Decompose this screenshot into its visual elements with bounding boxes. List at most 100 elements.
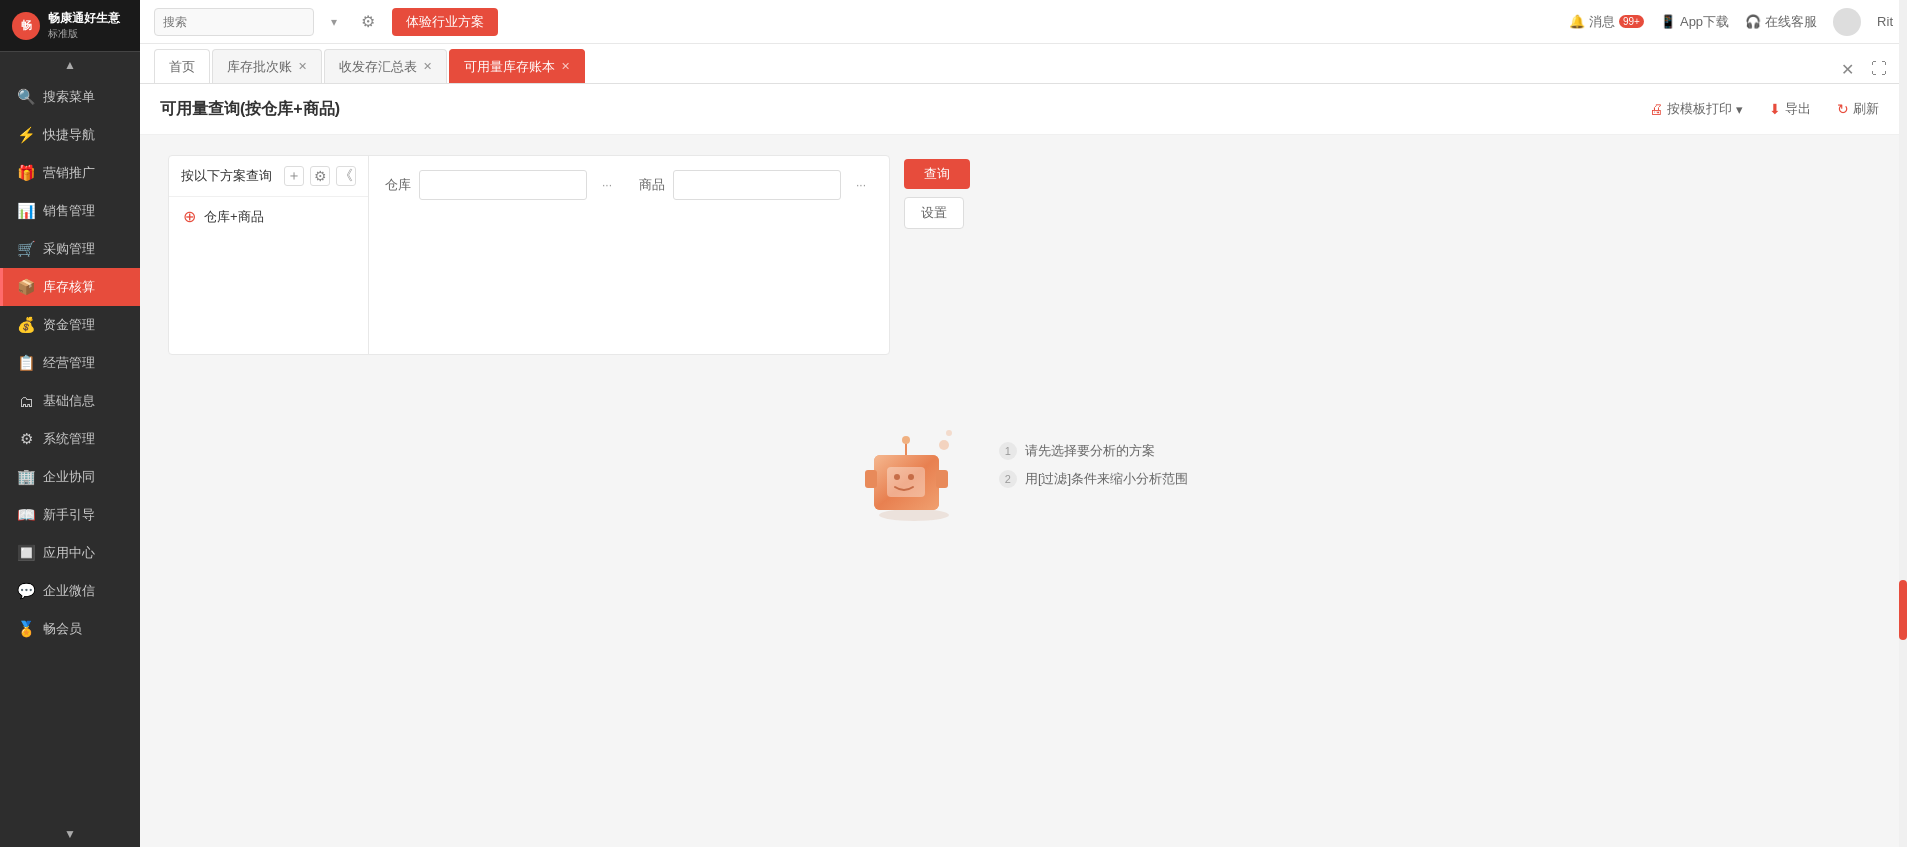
tab-batch-account[interactable]: 库存批次账 ✕ bbox=[212, 49, 322, 83]
sidebar-item-shortcut[interactable]: ⚡ 快捷导航 bbox=[0, 116, 140, 154]
tab-available-qty-label: 可用量库存账本 bbox=[464, 58, 555, 76]
sidebar-item-sales-mgmt[interactable]: 📊 销售管理 bbox=[0, 192, 140, 230]
sidebar-item-new-user-guide[interactable]: 📖 新手引导 bbox=[0, 496, 140, 534]
search-icon: 🔍 bbox=[17, 88, 35, 106]
topbar-search-input[interactable] bbox=[154, 8, 314, 36]
topbar-gear-btn[interactable]: ⚙ bbox=[354, 8, 382, 36]
hint-num-2: 2 bbox=[999, 470, 1017, 488]
settings-btn[interactable]: 设置 bbox=[904, 197, 964, 229]
box-icon: 📦 bbox=[17, 278, 35, 296]
sidebar-item-chang-member[interactable]: 🏅 畅会员 bbox=[0, 610, 140, 648]
gear-icon: ⚙ bbox=[17, 430, 35, 448]
medal-icon: 🏅 bbox=[17, 620, 35, 638]
folder-icon: 🗂 bbox=[17, 392, 35, 410]
svg-rect-6 bbox=[865, 470, 877, 488]
sidebar-header: 畅 畅康通好生意 标准版 bbox=[0, 0, 140, 52]
sidebar-item-search[interactable]: 🔍 搜索菜单 bbox=[0, 78, 140, 116]
sidebar-scroll-up-btn[interactable]: ▲ bbox=[0, 52, 140, 78]
tab-batch-account-label: 库存批次账 bbox=[227, 58, 292, 76]
sidebar-company: 畅康通好生意 bbox=[48, 10, 120, 27]
sidebar-item-enterprise-wechat[interactable]: 💬 企业微信 bbox=[0, 572, 140, 610]
tab-available-qty-close[interactable]: ✕ bbox=[561, 60, 570, 73]
tab-batch-account-close[interactable]: ✕ bbox=[298, 60, 307, 73]
page-title: 可用量查询(按仓库+商品) bbox=[160, 99, 340, 120]
sidebar-item-inventory-calc[interactable]: 📦 库存核算 bbox=[0, 268, 140, 306]
sidebar-item-label: 经营管理 bbox=[43, 354, 95, 372]
bell-icon: 🔔 bbox=[1569, 14, 1585, 29]
add-scheme-btn[interactable]: ＋ bbox=[284, 166, 304, 186]
scheme-item-icon: ⊕ bbox=[183, 207, 196, 226]
tabs-bar: 首页 库存批次账 ✕ 收发存汇总表 ✕ 可用量库存账本 ✕ ✕ ⛶ bbox=[140, 44, 1907, 84]
app-download-btn[interactable]: 📱 App下载 bbox=[1660, 13, 1729, 31]
query-scheme-panel: 按以下方案查询 ＋ ⚙ 《 ⊕ 仓库+商品 bbox=[169, 156, 369, 354]
sidebar-item-enterprise-collab[interactable]: 🏢 企业协同 bbox=[0, 458, 140, 496]
tab-available-qty[interactable]: 可用量库存账本 ✕ bbox=[449, 49, 585, 83]
export-icon: ⬇ bbox=[1769, 101, 1781, 117]
close-window-btn[interactable]: ✕ bbox=[1833, 55, 1861, 83]
refresh-btn[interactable]: ↻ 刷新 bbox=[1829, 96, 1887, 122]
sidebar-item-purchase-mgmt[interactable]: 🛒 采购管理 bbox=[0, 230, 140, 268]
export-btn[interactable]: ⬇ 导出 bbox=[1761, 96, 1819, 122]
svg-rect-3 bbox=[887, 467, 925, 497]
query-panel: 按以下方案查询 ＋ ⚙ 《 ⊕ 仓库+商品 仓库 bbox=[168, 155, 890, 355]
goods-more-btn[interactable]: ··· bbox=[849, 173, 873, 197]
sidebar-item-label: 基础信息 bbox=[43, 392, 95, 410]
scrollbar-thumb[interactable] bbox=[1899, 580, 1907, 640]
topbar-dropdown-btn[interactable]: ▾ bbox=[324, 12, 344, 32]
industry-solution-btn[interactable]: 体验行业方案 bbox=[392, 8, 498, 36]
refresh-icon: ↻ bbox=[1837, 101, 1849, 117]
warehouse-more-btn[interactable]: ··· bbox=[595, 173, 619, 197]
tab-home[interactable]: 首页 bbox=[154, 49, 210, 83]
sidebar-item-app-center[interactable]: 🔲 应用中心 bbox=[0, 534, 140, 572]
message-btn[interactable]: 🔔 消息 99+ bbox=[1569, 13, 1644, 31]
page-content: 可用量查询(按仓库+商品) 🖨 按模板打印 ▾ ⬇ 导出 ↻ 刷新 bbox=[140, 84, 1907, 847]
shortcut-icon: ⚡ bbox=[17, 126, 35, 144]
message-badge: 99+ bbox=[1619, 15, 1644, 28]
hint-num-1: 1 bbox=[999, 442, 1017, 460]
user-avatar[interactable] bbox=[1833, 8, 1861, 36]
sidebar-item-finance-mgmt[interactable]: 💰 资金管理 bbox=[0, 306, 140, 344]
empty-hint-2: 2 用[过滤]条件来缩小分析范围 bbox=[999, 470, 1188, 488]
sidebar-logo: 畅 bbox=[12, 12, 40, 40]
sidebar-item-label: 搜索菜单 bbox=[43, 88, 95, 106]
svg-point-9 bbox=[902, 436, 910, 444]
chat-icon: 💬 bbox=[17, 582, 35, 600]
sidebar-item-ops-mgmt[interactable]: 📋 经营管理 bbox=[0, 344, 140, 382]
svg-rect-7 bbox=[936, 470, 948, 488]
sidebar-nav: 🔍 搜索菜单 ⚡ 快捷导航 🎁 营销推广 📊 销售管理 🛒 采购管理 📦 库存核… bbox=[0, 78, 140, 821]
svg-point-5 bbox=[908, 474, 914, 480]
scheme-item-label: 仓库+商品 bbox=[204, 208, 264, 226]
sidebar-item-label: 新手引导 bbox=[43, 506, 95, 524]
right-scrollbar[interactable] bbox=[1899, 0, 1907, 847]
scheme-collapse-btn[interactable]: 《 bbox=[336, 166, 356, 186]
sidebar-item-label: 营销推广 bbox=[43, 164, 95, 182]
expand-window-btn[interactable]: ⛶ bbox=[1865, 55, 1893, 83]
print-template-btn[interactable]: 🖨 按模板打印 ▾ bbox=[1641, 96, 1751, 122]
refresh-label: 刷新 bbox=[1853, 100, 1879, 118]
page-header: 可用量查询(按仓库+商品) 🖨 按模板打印 ▾ ⬇ 导出 ↻ 刷新 bbox=[140, 84, 1907, 135]
hint-text-2: 用[过滤]条件来缩小分析范围 bbox=[1025, 470, 1188, 488]
phone-icon: 📱 bbox=[1660, 14, 1676, 29]
scheme-settings-btn[interactable]: ⚙ bbox=[310, 166, 330, 186]
sidebar-item-marketing-promo[interactable]: 🎁 营销推广 bbox=[0, 154, 140, 192]
scheme-item-warehouse-goods[interactable]: ⊕ 仓库+商品 bbox=[169, 197, 368, 236]
tab-recv-summary[interactable]: 收发存汇总表 ✕ bbox=[324, 49, 447, 83]
money-icon: 💰 bbox=[17, 316, 35, 334]
clipboard-icon: 📋 bbox=[17, 354, 35, 372]
warehouse-input[interactable] bbox=[419, 170, 587, 200]
tab-recv-summary-close[interactable]: ✕ bbox=[423, 60, 432, 73]
sidebar-item-label: 快捷导航 bbox=[43, 126, 95, 144]
print-chevron-down-icon: ▾ bbox=[1736, 102, 1743, 117]
empty-state: 1 请先选择要分析的方案 2 用[过滤]条件来缩小分析范围 bbox=[140, 355, 1907, 575]
online-service-btn[interactable]: 🎧 在线客服 bbox=[1745, 13, 1817, 31]
sidebar-item-basic-info[interactable]: 🗂 基础信息 bbox=[0, 382, 140, 420]
sidebar-item-label: 应用中心 bbox=[43, 544, 95, 562]
sidebar-scroll-down-btn[interactable]: ▼ bbox=[0, 821, 140, 847]
query-btn[interactable]: 查询 bbox=[904, 159, 970, 189]
page-header-actions: 🖨 按模板打印 ▾ ⬇ 导出 ↻ 刷新 bbox=[1641, 96, 1887, 122]
empty-state-content: 1 请先选择要分析的方案 2 用[过滤]条件来缩小分析范围 bbox=[859, 415, 1188, 515]
tab-recv-summary-label: 收发存汇总表 bbox=[339, 58, 417, 76]
query-fields-row: 仓库 ··· 商品 ··· bbox=[385, 170, 873, 200]
goods-input[interactable] bbox=[673, 170, 841, 200]
sidebar-item-system-mgmt[interactable]: ⚙ 系统管理 bbox=[0, 420, 140, 458]
